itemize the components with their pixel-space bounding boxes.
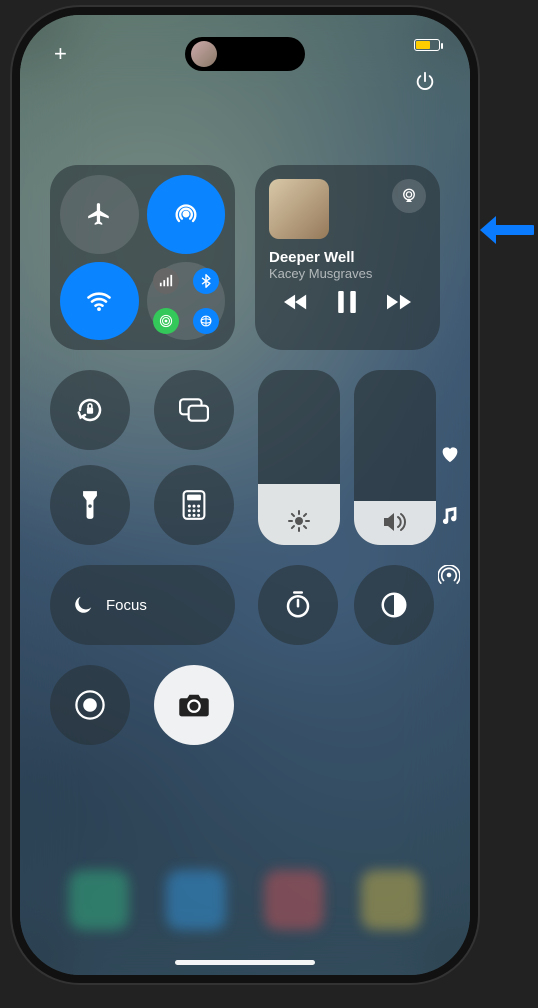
edge-music-icon[interactable] [442,505,460,525]
iphone-frame: + [20,15,470,975]
edge-favorite-icon[interactable] [440,445,460,463]
focus-label: Focus [106,597,147,614]
airdrop-toggle[interactable] [147,175,226,254]
dynamic-island[interactable] [185,37,305,71]
power-button[interactable] [414,71,436,93]
timer-button[interactable] [258,565,338,645]
connectivity-more-cluster[interactable] [147,262,226,341]
add-control-button[interactable]: + [54,41,67,67]
track-artist: Kacey Musgraves [269,266,426,281]
home-indicator[interactable] [175,960,315,965]
dock-blur [50,855,440,945]
battery-indicator [414,39,440,51]
next-track-button[interactable] [387,292,411,312]
album-art [269,179,329,239]
brightness-icon [287,509,311,533]
camera-button[interactable] [154,665,234,745]
screen-record-button[interactable] [50,665,130,745]
now-playing-panel[interactable]: Deeper Well Kacey Musgraves [255,165,440,350]
island-now-playing-avatar [191,41,217,67]
screen-mirroring-button[interactable] [154,370,234,450]
edge-broadcast-icon[interactable] [438,565,460,585]
dark-mode-toggle[interactable] [354,565,434,645]
previous-track-button[interactable] [284,292,308,312]
calculator-button[interactable] [154,465,234,545]
orientation-lock-toggle[interactable] [50,370,130,450]
track-title: Deeper Well [269,249,426,266]
focus-button[interactable]: Focus [50,565,235,645]
play-pause-button[interactable] [337,291,357,313]
flashlight-button[interactable] [50,465,130,545]
volume-icon [382,511,408,533]
airplane-mode-toggle[interactable] [60,175,139,254]
cellular-icon [153,268,179,294]
wifi-toggle[interactable] [60,262,139,341]
annotation-arrow [478,210,534,250]
connectivity-panel[interactable] [50,165,235,350]
hotspot-icon [153,308,179,334]
brightness-slider[interactable] [258,370,340,545]
status-right-cluster [414,39,440,51]
bluetooth-icon [193,268,219,294]
airplay-audio-button[interactable] [392,179,426,213]
volume-slider[interactable] [354,370,436,545]
focus-moon-icon [72,594,94,616]
control-center: Deeper Well Kacey Musgraves [50,165,440,915]
satellite-icon [193,308,219,334]
